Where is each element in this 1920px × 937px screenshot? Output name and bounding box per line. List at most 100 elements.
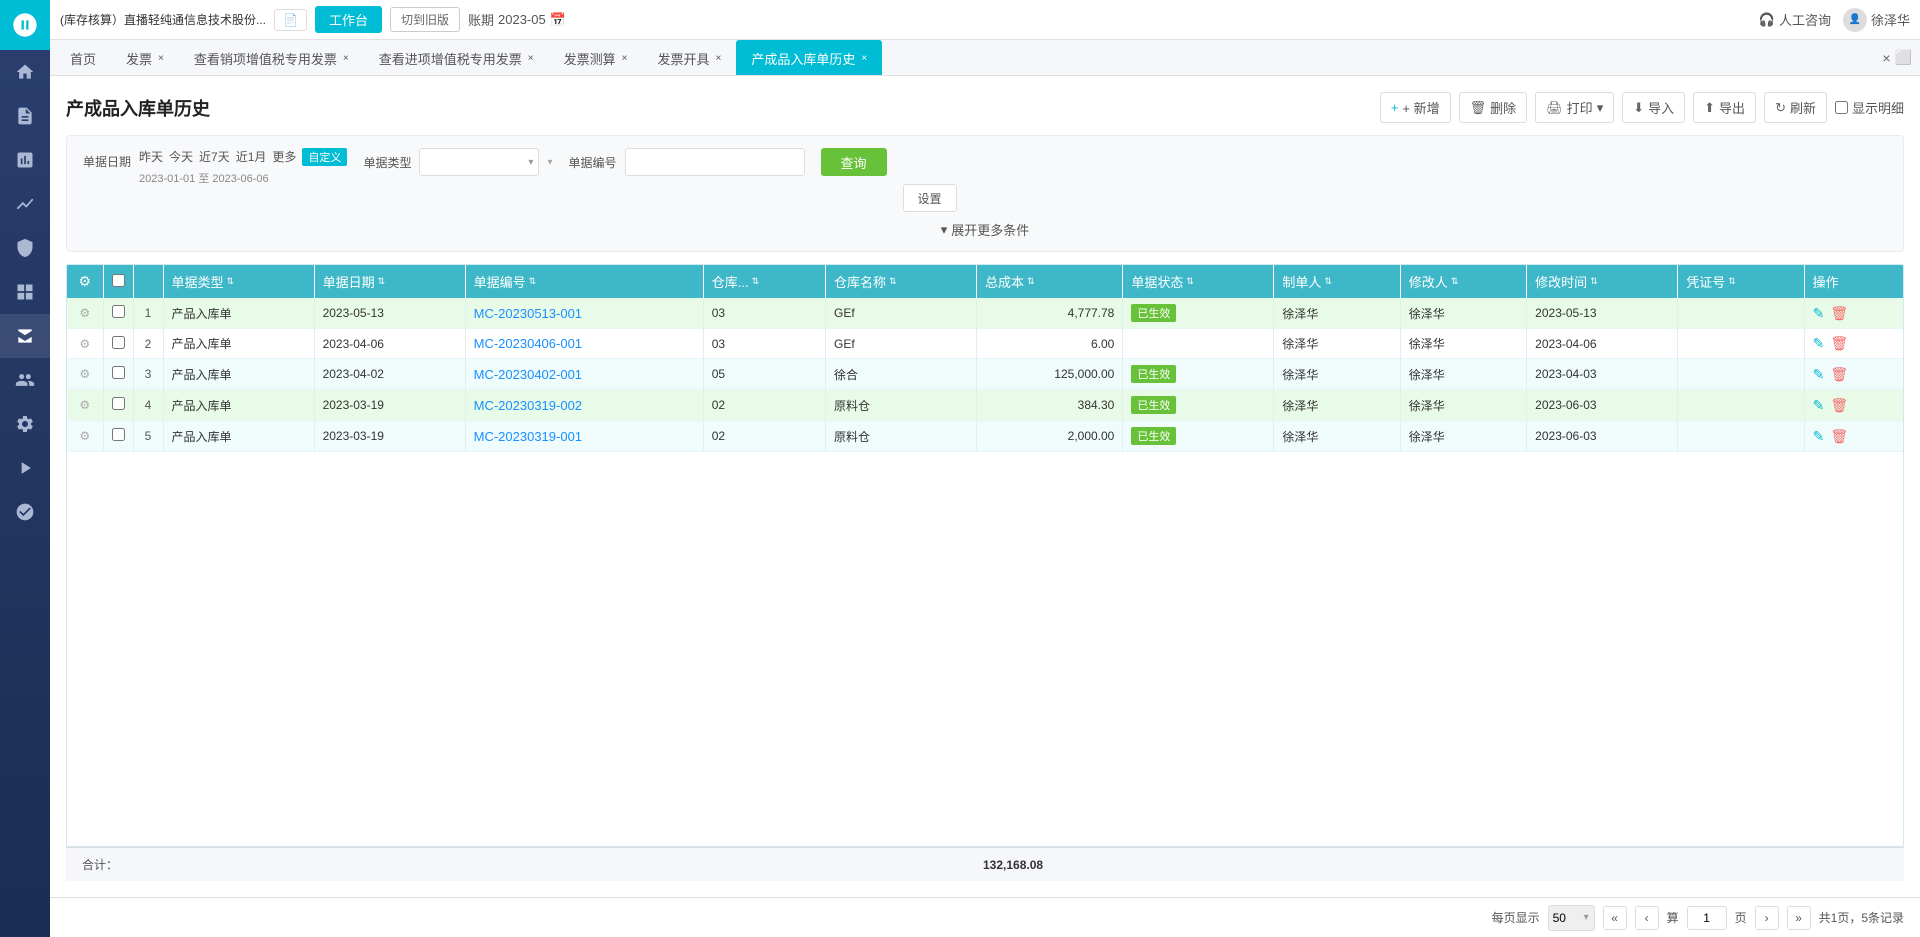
row-settings[interactable]: ⚙ [67, 359, 103, 390]
export-button[interactable]: ⬆ 导出 [1693, 92, 1756, 123]
row-checkbox-cell[interactable] [103, 298, 133, 329]
sidebar-item-home[interactable] [0, 50, 50, 94]
row-settings[interactable]: ⚙ [67, 421, 103, 452]
expand-button[interactable]: ▾ 展开更多条件 [941, 220, 1030, 239]
first-page-button[interactable]: « [1603, 906, 1627, 930]
row-checkbox[interactable] [112, 366, 125, 379]
edit-icon[interactable]: ✎ [1813, 335, 1825, 352]
modifier-col-header[interactable]: 修改人⇅ [1400, 265, 1526, 298]
row-checkbox[interactable] [112, 336, 125, 349]
switch-version-button[interactable]: 切到旧版 [390, 7, 460, 32]
sidebar-item-play[interactable] [0, 446, 50, 490]
sidebar-item-doc[interactable] [0, 94, 50, 138]
more-link[interactable]: 更多 [272, 148, 296, 166]
tab-invoice-calc[interactable]: 发票测算 × [549, 40, 643, 75]
settings-col-header[interactable]: ⚙ [67, 265, 103, 298]
delete-button[interactable]: 🗑 删除 [1459, 92, 1528, 123]
row-number-link[interactable]: MC-20230513-001 [474, 306, 582, 321]
edit-icon[interactable]: ✎ [1813, 428, 1825, 445]
delete-icon[interactable]: 🗑 [1830, 335, 1848, 352]
row-number-link[interactable]: MC-20230319-001 [474, 429, 582, 444]
row-number-link[interactable]: MC-20230406-001 [474, 336, 582, 351]
delete-icon[interactable]: 🗑 [1830, 428, 1848, 445]
close-icon[interactable]: × [622, 53, 628, 64]
row-checkbox-cell[interactable] [103, 421, 133, 452]
edit-icon[interactable]: ✎ [1813, 305, 1825, 322]
close-icon[interactable]: × [528, 53, 534, 64]
row-number[interactable]: MC-20230402-001 [465, 359, 703, 390]
sidebar-item-inventory[interactable] [0, 314, 50, 358]
row-checkbox-cell[interactable] [103, 329, 133, 359]
show-detail-checkbox[interactable] [1835, 101, 1848, 114]
total-cost-col-header[interactable]: 总成本⇅ [977, 265, 1123, 298]
close-all-tabs-button[interactable]: × [1882, 50, 1890, 66]
row-settings[interactable]: ⚙ [67, 298, 103, 329]
row-number-link[interactable]: MC-20230319-002 [474, 398, 582, 413]
tab-sales-vat[interactable]: 查看销项增值税专用发票 × [179, 40, 364, 75]
workbench-button[interactable]: 工作台 [315, 6, 382, 33]
sidebar-item-analytics[interactable] [0, 138, 50, 182]
close-icon[interactable]: × [158, 53, 164, 64]
last-page-button[interactable]: » [1787, 906, 1811, 930]
query-button[interactable]: 查询 [821, 148, 887, 176]
row-number[interactable]: MC-20230513-001 [465, 298, 703, 329]
close-icon[interactable]: × [343, 53, 349, 64]
app-logo[interactable] [0, 0, 50, 50]
row-number-link[interactable]: MC-20230402-001 [474, 367, 582, 382]
row-checkbox-cell[interactable] [103, 359, 133, 390]
tab-product-history[interactable]: 产成品入库单历史 × [736, 40, 882, 75]
import-button[interactable]: ⬇ 导入 [1622, 92, 1685, 123]
row-settings[interactable]: ⚙ [67, 329, 103, 359]
delete-icon[interactable]: 🗑 [1830, 366, 1848, 383]
sidebar-item-v[interactable] [0, 490, 50, 534]
tab-invoice[interactable]: 发票 × [111, 40, 179, 75]
user-service[interactable]: 🎧 人工咨询 [1759, 10, 1831, 29]
last7days-link[interactable]: 近7天 [199, 148, 230, 166]
tab-home[interactable]: 首页 [55, 40, 111, 75]
sidebar-item-settings2[interactable] [0, 402, 50, 446]
today-link[interactable]: 今天 [169, 148, 193, 166]
date-col-header[interactable]: 单据日期⇅ [314, 265, 465, 298]
modify-time-col-header[interactable]: 修改时间⇅ [1527, 265, 1678, 298]
custom-date-btn[interactable]: 自定义 [302, 148, 347, 166]
show-detail-checkbox-label[interactable]: 显示明细 [1835, 98, 1904, 117]
print-button[interactable]: 🖨 打印 ▾ [1535, 92, 1614, 123]
doc-icon-btn[interactable]: 📄 [274, 9, 307, 31]
close-icon-active[interactable]: × [861, 53, 867, 64]
edit-icon[interactable]: ✎ [1813, 397, 1825, 414]
row-number[interactable]: MC-20230406-001 [465, 329, 703, 359]
row-checkbox-cell[interactable] [103, 390, 133, 421]
type-select[interactable] [419, 148, 539, 176]
row-number[interactable]: MC-20230319-001 [465, 421, 703, 452]
row-settings[interactable]: ⚙ [67, 390, 103, 421]
yesterday-link[interactable]: 昨天 [139, 148, 163, 166]
next-page-button[interactable]: › [1755, 906, 1779, 930]
page-number-input[interactable] [1687, 906, 1727, 930]
per-page-select[interactable]: 10 20 50 100 [1548, 905, 1595, 931]
number-col-header[interactable]: 单据编号⇅ [465, 265, 703, 298]
sidebar-item-grid[interactable] [0, 270, 50, 314]
voucher-col-header[interactable]: 凭证号⇅ [1678, 265, 1804, 298]
tab-purchase-vat[interactable]: 查看进项增值税专用发票 × [364, 40, 549, 75]
checkbox-col-header[interactable] [103, 265, 133, 298]
user-info[interactable]: 👤 徐泽华 [1843, 8, 1910, 32]
setting-button[interactable]: 设置 [903, 184, 957, 212]
last1month-link[interactable]: 近1月 [236, 148, 267, 166]
row-checkbox[interactable] [112, 428, 125, 441]
number-filter-input[interactable] [625, 148, 805, 176]
prev-page-button[interactable]: ‹ [1635, 906, 1659, 930]
refresh-button[interactable]: ↻ 刷新 [1764, 92, 1827, 123]
row-number[interactable]: MC-20230319-002 [465, 390, 703, 421]
maximize-button[interactable]: ⬜ [1895, 49, 1912, 66]
creator-col-header[interactable]: 制单人⇅ [1274, 265, 1400, 298]
warehouse-code-col-header[interactable]: 仓库...⇅ [703, 265, 825, 298]
delete-icon[interactable]: 🗑 [1830, 397, 1848, 414]
tab-invoice-open[interactable]: 发票开具 × [642, 40, 736, 75]
delete-icon[interactable]: 🗑 [1830, 305, 1848, 322]
select-all-checkbox[interactable] [112, 274, 125, 287]
new-button[interactable]: + + 新增 [1380, 92, 1451, 123]
edit-icon[interactable]: ✎ [1813, 366, 1825, 383]
sidebar-item-shield[interactable] [0, 226, 50, 270]
status-col-header[interactable]: 单据状态⇅ [1123, 265, 1274, 298]
sidebar-item-people[interactable] [0, 358, 50, 402]
